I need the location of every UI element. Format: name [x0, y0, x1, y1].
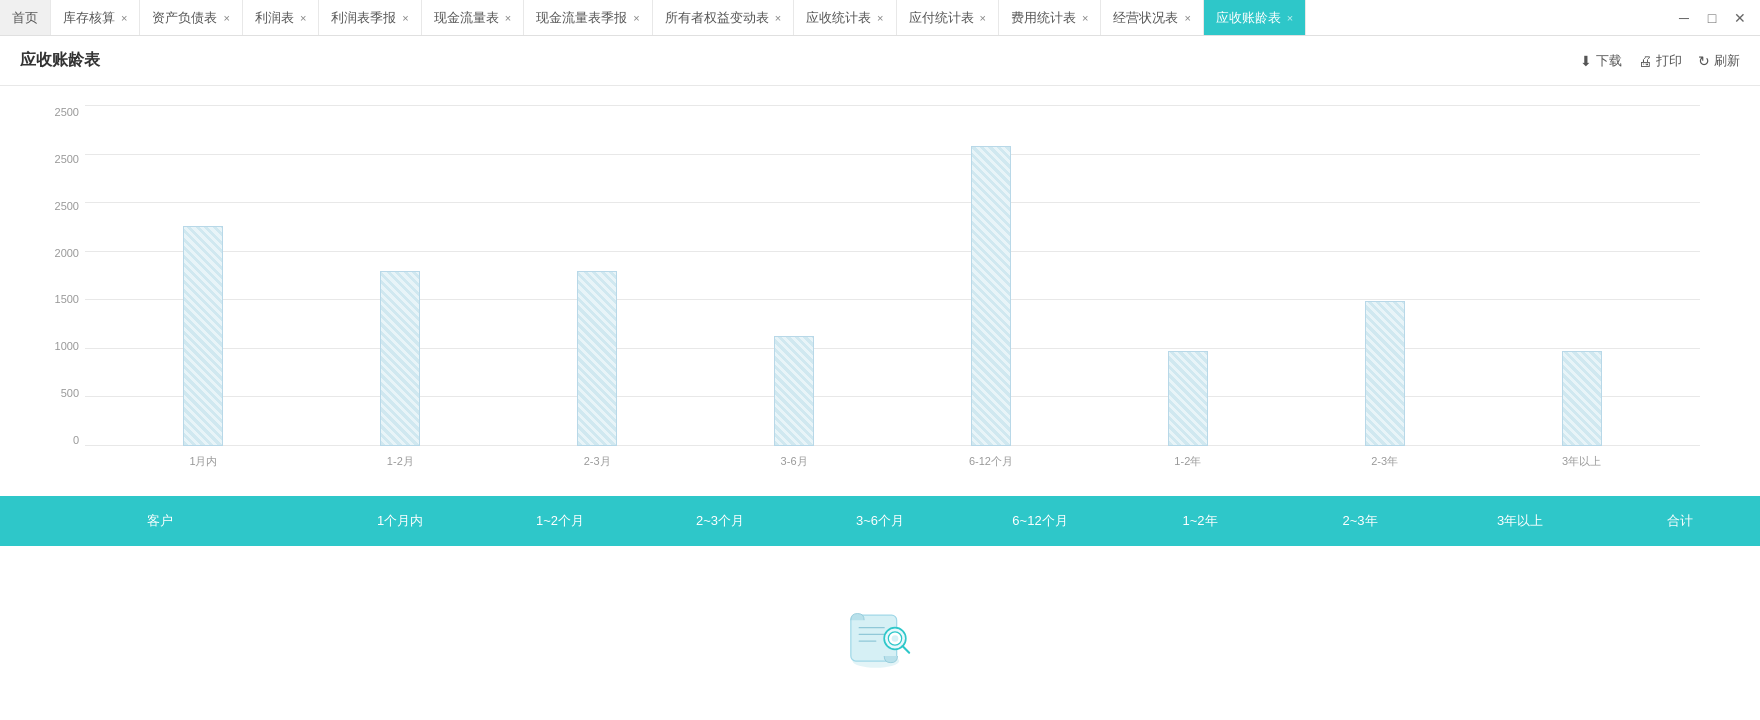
empty-state	[800, 566, 960, 706]
close-tab-profit[interactable]: ×	[300, 12, 306, 24]
bar-group-1	[105, 226, 302, 446]
tab-profit-quarterly[interactable]: 利润表季报 ×	[319, 0, 421, 35]
bar-group-23year	[1286, 301, 1483, 446]
x-label-6: 1-2年	[1089, 454, 1286, 469]
chart-area: 0 500 1000 1500 2000 2500 2500 2500	[0, 86, 1760, 496]
tab-cashflow[interactable]: 现金流量表 ×	[422, 0, 524, 35]
page-header: 应收账龄表 ⬇ 下载 🖨 打印 ↻ 刷新	[0, 36, 1760, 86]
th-1-2month: 1~2个月	[480, 512, 640, 530]
svg-line-7	[903, 646, 910, 653]
print-button[interactable]: 🖨 打印	[1638, 52, 1682, 70]
tab-operation[interactable]: 经营状况表 ×	[1101, 0, 1203, 35]
x-label-5: 6-12个月	[893, 454, 1090, 469]
empty-icon	[830, 596, 930, 676]
th-1month: 1个月内	[320, 512, 480, 530]
chart-container: 0 500 1000 1500 2000 2500 2500 2500	[40, 106, 1700, 476]
x-label-2: 1-2月	[302, 454, 499, 469]
download-icon: ⬇	[1580, 53, 1592, 69]
tab-expense-stat[interactable]: 费用统计表 ×	[999, 0, 1101, 35]
close-tab-balance[interactable]: ×	[223, 12, 229, 24]
close-tab-ap-stat[interactable]: ×	[980, 12, 986, 24]
tab-ar-stat[interactable]: 应收统计表 ×	[794, 0, 896, 35]
bar-1month	[183, 226, 223, 446]
th-customer: 客户	[0, 512, 320, 530]
refresh-icon: ↻	[1698, 53, 1710, 69]
table-header: 客户 1个月内 1~2个月 2~3个月 3~6个月 6~12个月 1~2年 2~…	[0, 496, 1760, 546]
th-3-6month: 3~6个月	[800, 512, 960, 530]
th-2-3year: 2~3年	[1280, 512, 1440, 530]
th-1-2year: 1~2年	[1120, 512, 1280, 530]
x-label-7: 2-3年	[1286, 454, 1483, 469]
bar-1-2month	[380, 271, 420, 446]
close-tab-expense-stat[interactable]: ×	[1082, 12, 1088, 24]
th-6-12month: 6~12个月	[960, 512, 1120, 530]
bars-container	[85, 106, 1700, 446]
y-label-2500a: 2500	[40, 200, 85, 212]
tab-inventory[interactable]: 库存核算 ×	[51, 0, 140, 35]
y-label-1500: 1500	[40, 293, 85, 305]
y-label-0: 0	[40, 434, 85, 446]
svg-point-8	[892, 635, 899, 642]
bar-2-3year	[1365, 301, 1405, 446]
tab-bar: 首页 库存核算 × 资产负债表 × 利润表 × 利润表季报 × 现金流量表 × …	[0, 0, 1760, 36]
close-tab-equity[interactable]: ×	[775, 12, 781, 24]
y-label-2000: 2000	[40, 247, 85, 259]
y-label-2500c: 2500	[40, 106, 85, 118]
window-close-button[interactable]: ✕	[1728, 6, 1752, 30]
maximize-button[interactable]: □	[1700, 6, 1724, 30]
x-axis: 1月内 1-2月 2-3月 3-6月 6-12个月 1-2年 2-3年 3年以上	[85, 446, 1700, 476]
page-title: 应收账龄表	[20, 50, 100, 71]
bar-group-12month	[302, 271, 499, 446]
x-label-1: 1月内	[105, 454, 302, 469]
x-label-8: 3年以上	[1483, 454, 1680, 469]
tab-equity[interactable]: 所有者权益变动表 ×	[653, 0, 794, 35]
bar-group-3plusyear	[1483, 351, 1680, 446]
download-button[interactable]: ⬇ 下载	[1580, 52, 1622, 70]
th-2-3month: 2~3个月	[640, 512, 800, 530]
bar-group-12year	[1089, 351, 1286, 446]
tab-profit[interactable]: 利润表 ×	[243, 0, 319, 35]
x-label-4: 3-6月	[696, 454, 893, 469]
bar-group-36month	[696, 336, 893, 446]
close-tab-operation[interactable]: ×	[1184, 12, 1190, 24]
header-actions: ⬇ 下载 🖨 打印 ↻ 刷新	[1580, 52, 1740, 70]
close-tab-ar-stat[interactable]: ×	[877, 12, 883, 24]
print-icon: 🖨	[1638, 53, 1652, 69]
bar-6-12month	[971, 146, 1011, 446]
tab-ap-stat[interactable]: 应付统计表 ×	[897, 0, 999, 35]
tab-bar-actions: ─ □ ✕	[1664, 6, 1760, 30]
tab-cashflow-quarterly[interactable]: 现金流量表季报 ×	[524, 0, 652, 35]
th-3plus-year: 3年以上	[1440, 512, 1600, 530]
close-tab-profit-quarterly[interactable]: ×	[402, 12, 408, 24]
close-tab-cashflow-quarterly[interactable]: ×	[633, 12, 639, 24]
x-label-3: 2-3月	[499, 454, 696, 469]
th-total: 合计	[1600, 512, 1760, 530]
tab-home[interactable]: 首页	[0, 0, 51, 35]
minimize-button[interactable]: ─	[1672, 6, 1696, 30]
y-label-2500b: 2500	[40, 153, 85, 165]
tab-ar-aging[interactable]: 应收账龄表 ×	[1204, 0, 1306, 35]
bar-3plus-year	[1562, 351, 1602, 446]
main-content: 0 500 1000 1500 2000 2500 2500 2500	[0, 86, 1760, 720]
bar-2-3month	[577, 271, 617, 446]
close-tab-ar-aging[interactable]: ×	[1287, 12, 1293, 24]
y-label-500: 500	[40, 387, 85, 399]
bar-1-2year	[1168, 351, 1208, 446]
close-tab-cashflow[interactable]: ×	[505, 12, 511, 24]
table-body	[0, 546, 1760, 720]
bar-3-6month	[774, 336, 814, 446]
close-tab-inventory[interactable]: ×	[121, 12, 127, 24]
bar-group-612month	[893, 146, 1090, 446]
bar-group-23month	[499, 271, 696, 446]
y-label-1000: 1000	[40, 340, 85, 352]
y-axis: 0 500 1000 1500 2000 2500 2500 2500	[40, 106, 85, 446]
refresh-button[interactable]: ↻ 刷新	[1698, 52, 1740, 70]
tab-balance[interactable]: 资产负债表 ×	[140, 0, 242, 35]
